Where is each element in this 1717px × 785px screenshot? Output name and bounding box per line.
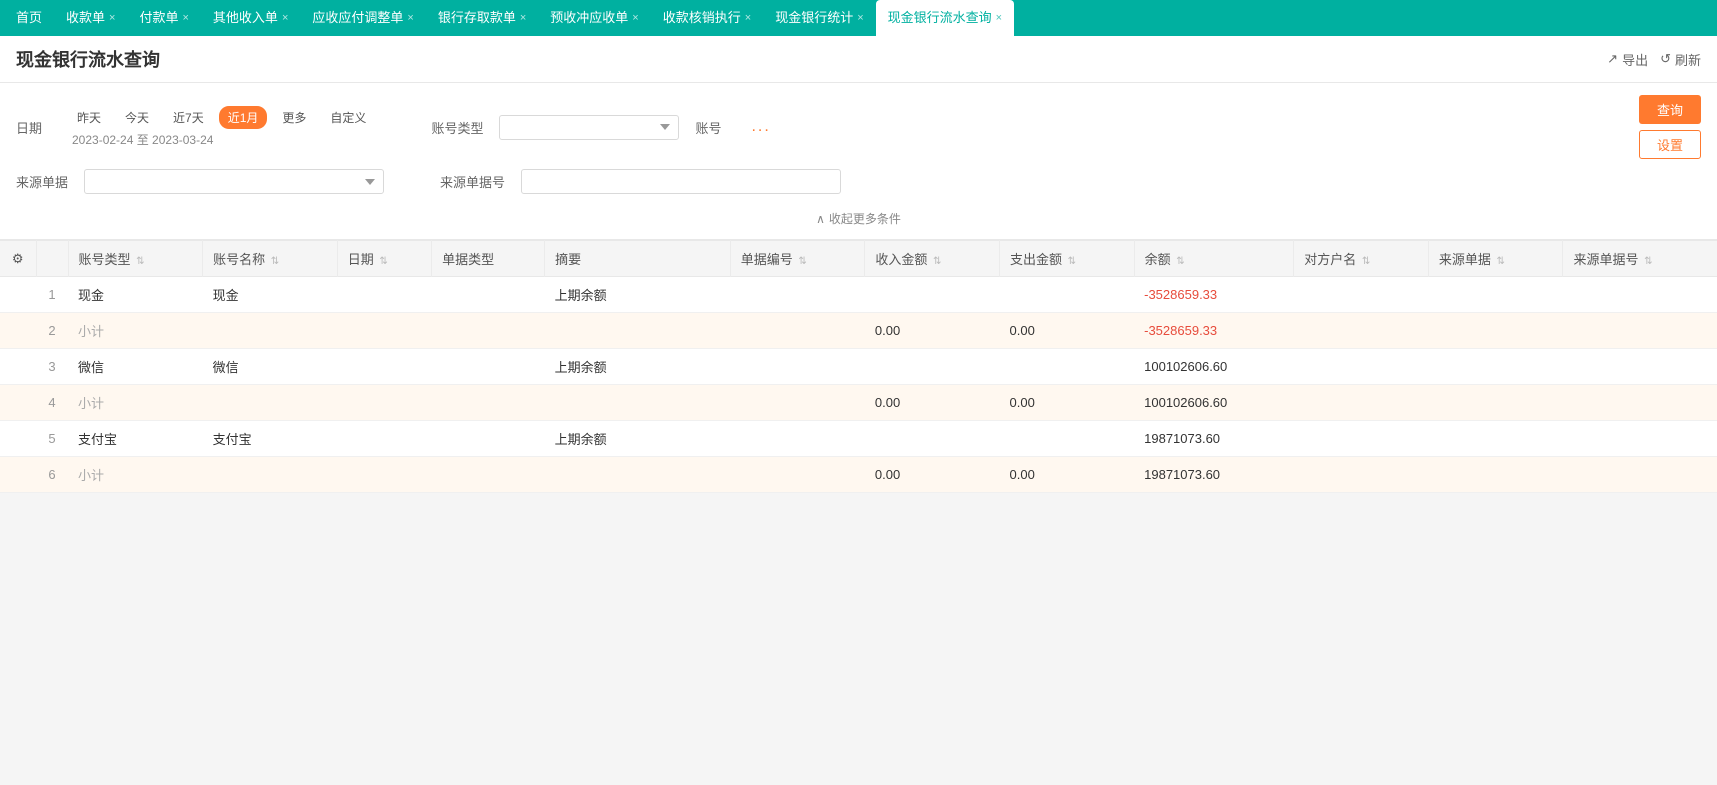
nav-close-payment[interactable]: × [182, 0, 188, 36]
source-doc-label: 来源单据 [16, 172, 68, 191]
date-option-今天[interactable]: 今天 [116, 106, 158, 129]
nav-close-prepay[interactable]: × [632, 0, 638, 36]
col-source-doc-no[interactable]: 来源单据号 ⇅ [1563, 241, 1717, 277]
date-option-昨天[interactable]: 昨天 [68, 106, 110, 129]
table-row: 3微信微信上期余额100102606.60 [0, 349, 1717, 385]
nav-close-cash-stat[interactable]: × [857, 0, 863, 36]
col-account-name[interactable]: 账号名称 ⇅ [203, 241, 338, 277]
col-date[interactable]: 日期 ⇅ [337, 241, 431, 277]
col-balance[interactable]: 余额 ⇅ [1134, 241, 1294, 277]
nav-close-writeoff[interactable]: × [745, 0, 751, 36]
account-label: 账号 [695, 118, 731, 137]
right-buttons: 查询 设置 [1639, 95, 1701, 159]
page-header: 现金银行流水查询 ↗ 导出 ↺ 刷新 [0, 36, 1717, 83]
source-doc-no-label: 来源单据号 [440, 172, 505, 191]
table-container: ⚙ 账号类型 ⇅ 账号名称 ⇅ 日期 ⇅ 单据类型 摘要 单据编号 ⇅ 收入金额… [0, 240, 1717, 493]
nav-item-writeoff[interactable]: 收款核销执行× [651, 0, 763, 36]
nav-item-other-income[interactable]: 其他收入单× [201, 0, 300, 36]
account-type-select[interactable] [499, 115, 679, 140]
page-title: 现金银行流水查询 [16, 46, 160, 72]
nav-close-cash-flow[interactable]: × [996, 0, 1002, 36]
col-settings[interactable]: ⚙ [0, 241, 36, 277]
export-button[interactable]: ↗ 导出 [1607, 50, 1648, 69]
nav-item-arpa-adjust[interactable]: 应收应付调整单× [300, 0, 425, 36]
source-doc-select[interactable] [84, 169, 384, 194]
date-option-近1月[interactable]: 近1月 [219, 106, 268, 129]
filter-area: 日期 昨天今天近7天近1月更多自定义 2023-02-24 至 2023-03-… [0, 83, 1717, 240]
source-doc-no-input[interactable] [521, 169, 841, 194]
collapse-arrow-icon: ∧ [816, 212, 825, 226]
header-actions: ↗ 导出 ↺ 刷新 [1607, 50, 1701, 69]
col-account-type[interactable]: 账号类型 ⇅ [68, 241, 203, 277]
account-more-button[interactable]: ... [747, 118, 774, 136]
nav-item-home[interactable]: 首页 [4, 0, 54, 36]
date-option-更多[interactable]: 更多 [273, 106, 315, 129]
date-option-自定义[interactable]: 自定义 [321, 106, 375, 129]
nav-item-cash-stat[interactable]: 现金银行统计× [763, 0, 875, 36]
query-button[interactable]: 查询 [1639, 95, 1701, 124]
date-option-近7天[interactable]: 近7天 [164, 106, 213, 129]
filter-row-2: 来源单据 来源单据号 [16, 169, 1701, 194]
refresh-button[interactable]: ↺ 刷新 [1660, 50, 1701, 69]
top-nav: 首页收款单×付款单×其他收入单×应收应付调整单×银行存取款单×预收冲应收单×收款… [0, 0, 1717, 36]
date-block: 昨天今天近7天近1月更多自定义 2023-02-24 至 2023-03-24 [68, 106, 375, 148]
col-num [36, 241, 68, 277]
nav-item-cash-flow[interactable]: 现金银行流水查询× [876, 0, 1014, 36]
col-doc-type: 单据类型 [432, 241, 545, 277]
col-doc-no[interactable]: 单据编号 ⇅ [730, 241, 865, 277]
date-range: 2023-02-24 至 2023-03-24 [72, 131, 375, 148]
table-row: 1现金现金上期余额-3528659.33 [0, 277, 1717, 313]
nav-item-prepay[interactable]: 预收冲应收单× [538, 0, 650, 36]
table-body: 1现金现金上期余额-3528659.332小计0.000.00-3528659.… [0, 277, 1717, 493]
table-row: 4小计0.000.00100102606.60 [0, 385, 1717, 421]
nav-close-other-income[interactable]: × [282, 0, 288, 36]
col-income[interactable]: 收入金额 ⇅ [865, 241, 1000, 277]
collapse-label: 收起更多条件 [829, 210, 901, 227]
nav-item-receipt[interactable]: 收款单× [54, 0, 127, 36]
export-icon: ↗ [1607, 51, 1618, 67]
nav-close-bank-deposit[interactable]: × [520, 0, 526, 36]
filter-row-1: 日期 昨天今天近7天近1月更多自定义 2023-02-24 至 2023-03-… [16, 95, 1701, 159]
col-source-doc[interactable]: 来源单据 ⇅ [1428, 241, 1563, 277]
nav-close-receipt[interactable]: × [109, 0, 115, 36]
settings-button[interactable]: 设置 [1639, 130, 1701, 159]
date-label: 日期 [16, 118, 52, 137]
col-counterpart[interactable]: 对方户名 ⇅ [1294, 241, 1429, 277]
date-options: 昨天今天近7天近1月更多自定义 [68, 106, 375, 129]
account-type-label: 账号类型 [431, 118, 483, 137]
nav-close-arpa-adjust[interactable]: × [407, 0, 413, 36]
nav-item-payment[interactable]: 付款单× [127, 0, 200, 36]
col-summary: 摘要 [545, 241, 731, 277]
data-table: ⚙ 账号类型 ⇅ 账号名称 ⇅ 日期 ⇅ 单据类型 摘要 单据编号 ⇅ 收入金额… [0, 240, 1717, 493]
table-header-row: ⚙ 账号类型 ⇅ 账号名称 ⇅ 日期 ⇅ 单据类型 摘要 单据编号 ⇅ 收入金额… [0, 241, 1717, 277]
refresh-icon: ↺ [1660, 51, 1671, 67]
table-row: 6小计0.000.0019871073.60 [0, 457, 1717, 493]
collapse-bar[interactable]: ∧ 收起更多条件 [16, 204, 1701, 231]
nav-item-bank-deposit[interactable]: 银行存取款单× [426, 0, 538, 36]
col-expense[interactable]: 支出金额 ⇅ [1000, 241, 1135, 277]
table-row: 5支付宝支付宝上期余额19871073.60 [0, 421, 1717, 457]
table-row: 2小计0.000.00-3528659.33 [0, 313, 1717, 349]
